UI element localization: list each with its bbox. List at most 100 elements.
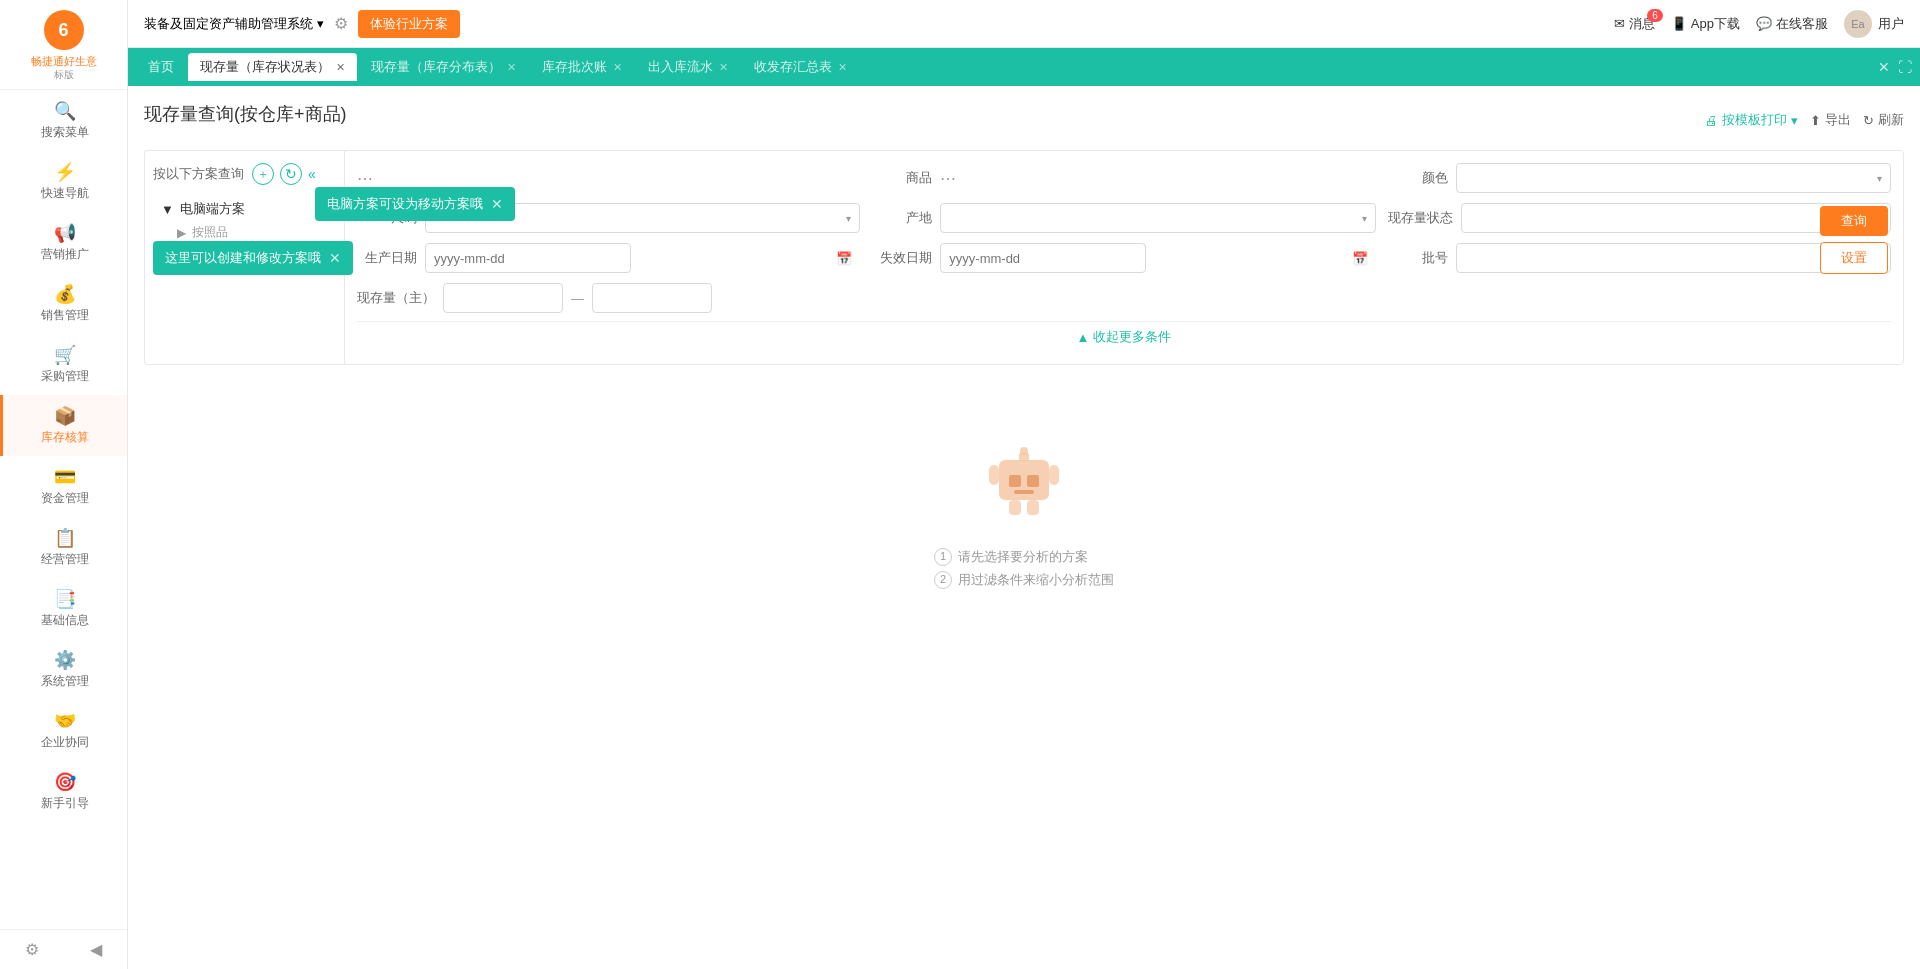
filter-layout: 按以下方案查询 ＋ ↻ « 电脑方案可设为移动方案哦 ✕ xyxy=(144,150,1904,365)
scheme-edit-tooltip: 这里可以创建和修改方案哦 ✕ xyxy=(153,241,353,275)
tab-close-icon[interactable]: ✕ xyxy=(336,61,345,74)
sidebar-icon-inventory: 📦 xyxy=(54,405,76,427)
stock-status-label: 现存量状态 xyxy=(1388,209,1453,227)
empty-state: 1 请先选择要分析的方案 2 用过滤条件来缩小分析范围 xyxy=(144,365,1904,652)
color-label: 颜色 xyxy=(1388,169,1448,187)
tab-label: 库存批次账 xyxy=(542,58,607,76)
sidebar-label-quicknav: 快速导航 xyxy=(41,185,89,202)
expire-date-input[interactable] xyxy=(940,243,1146,273)
sidebar-label-inventory: 库存核算 xyxy=(41,429,89,446)
svg-rect-1 xyxy=(1009,475,1021,487)
logo-text: 畅捷通好生意 标版 xyxy=(31,54,97,81)
add-scheme-btn[interactable]: ＋ xyxy=(252,163,274,185)
refresh-scheme-btn[interactable]: ↻ xyxy=(280,163,302,185)
color-select[interactable]: ▾ xyxy=(1456,163,1891,193)
tab-label: 收发存汇总表 xyxy=(754,58,832,76)
scheme-pc-label: 电脑端方案 xyxy=(180,200,245,218)
sidebar-item-operations[interactable]: 📋 经营管理 xyxy=(0,517,127,578)
filter-field-produce-date: 生产日期 📅 xyxy=(357,243,860,273)
tip-num-2: 2 xyxy=(934,571,952,589)
filter-action-btns: ＋ ↻ « xyxy=(252,163,316,185)
tab-inventory-status[interactable]: 现存量（库存状况表） ✕ xyxy=(188,53,357,81)
scheme-tooltip-text: 电脑方案可设为移动方案哦 xyxy=(327,195,483,213)
expire-date-label: 失效日期 xyxy=(872,249,932,267)
filter-dots-1[interactable]: ⋯ xyxy=(357,169,373,188)
tab-fullscreen-icon[interactable]: ⛶ xyxy=(1898,59,1912,75)
sidebar-label-operations: 经营管理 xyxy=(41,551,89,568)
tab-close-icon[interactable]: ✕ xyxy=(507,61,516,74)
header-right: ✉ 消息 6 📱 App下载 💬 在线客服 Ea 用户 xyxy=(1614,10,1904,38)
stock-qty-min[interactable] xyxy=(443,283,563,313)
filter-arrow-btn[interactable]: « xyxy=(308,166,316,182)
msg-icon-area[interactable]: ✉ 消息 6 xyxy=(1614,15,1655,33)
origin-select[interactable]: ▾ xyxy=(940,203,1375,233)
sidebar-item-guide[interactable]: 🎯 新手引导 xyxy=(0,761,127,822)
filter-field-expire-date: 失效日期 📅 xyxy=(872,243,1375,273)
sidebar-item-purchase[interactable]: 🛒 采购管理 xyxy=(0,334,127,395)
tab-batch-account[interactable]: 库存批次账 ✕ xyxy=(530,53,634,81)
search-btn[interactable]: 查询 xyxy=(1820,206,1888,236)
sidebar-label-purchase: 采购管理 xyxy=(41,368,89,385)
sidebar-item-system[interactable]: ⚙️ 系统管理 xyxy=(0,639,127,700)
sidebar-label-marketing: 营销推广 xyxy=(41,246,89,263)
sys-dropdown-arrow: ▾ xyxy=(317,16,324,31)
sidebar-item-sales[interactable]: 💰 销售管理 xyxy=(0,273,127,334)
filter-dots-2[interactable]: ⋯ xyxy=(940,169,956,188)
avatar: Ea xyxy=(1844,10,1872,38)
tab-close-icon[interactable]: ✕ xyxy=(613,61,622,74)
expire-date-wrapper: 📅 xyxy=(940,243,1375,273)
sidebar-icon-enterprise: 🤝 xyxy=(54,710,76,732)
online-service[interactable]: 💬 在线客服 xyxy=(1756,15,1828,33)
phone-icon: 📱 xyxy=(1671,16,1687,31)
tab-home[interactable]: 首页 xyxy=(136,53,186,81)
sidebar-icon-purchase: 🛒 xyxy=(54,344,76,366)
tab-flow[interactable]: 出入库流水 ✕ xyxy=(636,53,740,81)
sidebar-item-enterprise[interactable]: 🤝 企业协同 xyxy=(0,700,127,761)
svg-rect-6 xyxy=(989,465,999,485)
tab-close-icon[interactable]: ✕ xyxy=(838,61,847,74)
stock-qty-max[interactable] xyxy=(592,283,712,313)
sidebar-item-basic[interactable]: 📑 基础信息 xyxy=(0,578,127,639)
sidebar-collapse-icon[interactable]: ◀ xyxy=(90,940,102,959)
filter-fields: ⋯ 商品 ⋯ 颜色 ▾ xyxy=(344,150,1904,365)
sub-label: 按照品 xyxy=(192,224,228,241)
tab-summary[interactable]: 收发存汇总表 ✕ xyxy=(742,53,859,81)
logo-icon: 6 xyxy=(44,10,84,50)
refresh-btn[interactable]: ↻ 刷新 xyxy=(1863,111,1904,129)
sidebar-item-finance[interactable]: 💳 资金管理 xyxy=(0,456,127,517)
sidebar-item-inventory[interactable]: 📦 库存核算 xyxy=(0,395,127,456)
origin-arrow: ▾ xyxy=(1362,213,1367,224)
svg-rect-3 xyxy=(1014,490,1034,494)
industry-btn[interactable]: 体验行业方案 xyxy=(358,10,460,38)
produce-date-input[interactable] xyxy=(425,243,631,273)
sidebar-item-quicknav[interactable]: ⚡ 快速导航 xyxy=(0,151,127,212)
app-download[interactable]: 📱 App下载 xyxy=(1671,15,1740,33)
scheme-tooltip-close[interactable]: ✕ xyxy=(491,196,503,212)
tab-close-all-icon[interactable]: ✕ xyxy=(1878,59,1890,75)
sys-name-dropdown[interactable]: 装备及固定资产辅助管理系统 ▾ xyxy=(144,15,324,33)
header-settings-icon[interactable]: ⚙ xyxy=(334,14,348,33)
scheme-edit-close[interactable]: ✕ xyxy=(329,250,341,266)
print-dropdown[interactable]: 🖨 按模板打印 ▾ xyxy=(1705,111,1798,129)
filter-header: 按以下方案查询 ＋ ↻ « xyxy=(153,163,336,185)
search-btns: 查询 设置 xyxy=(1820,206,1888,274)
filter-row-2: 尺码 ▾ 产地 ▾ xyxy=(357,203,1891,233)
sidebar-label-basic: 基础信息 xyxy=(41,612,89,629)
user-area[interactable]: Ea 用户 xyxy=(1844,10,1904,38)
filter-field-stock-qty: 现存量（主） — xyxy=(357,283,1891,313)
scheme-pc[interactable]: ▼ 电脑端方案 xyxy=(161,197,336,221)
tab-label: 出入库流水 xyxy=(648,58,713,76)
sidebar-settings-icon[interactable]: ⚙ xyxy=(25,940,39,959)
sidebar-item-marketing[interactable]: 📢 营销推广 xyxy=(0,212,127,273)
sidebar-item-search[interactable]: 🔍 搜索菜单 xyxy=(0,90,127,151)
reset-btn[interactable]: 设置 xyxy=(1820,242,1888,274)
export-btn[interactable]: ⬆ 导出 xyxy=(1810,111,1851,129)
tab-inventory-dist[interactable]: 现存量（库存分布表） ✕ xyxy=(359,53,528,81)
refresh-label: 刷新 xyxy=(1878,111,1904,129)
sidebar-label-finance: 资金管理 xyxy=(41,490,89,507)
collapse-bar[interactable]: ▲ 收起更多条件 xyxy=(357,321,1891,352)
scheme-edit-text: 这里可以创建和修改方案哦 xyxy=(165,249,321,267)
produce-date-label: 生产日期 xyxy=(357,249,417,267)
filter-field-stock-status: 现存量状态 ▾ xyxy=(1388,203,1891,233)
tab-close-icon[interactable]: ✕ xyxy=(719,61,728,74)
